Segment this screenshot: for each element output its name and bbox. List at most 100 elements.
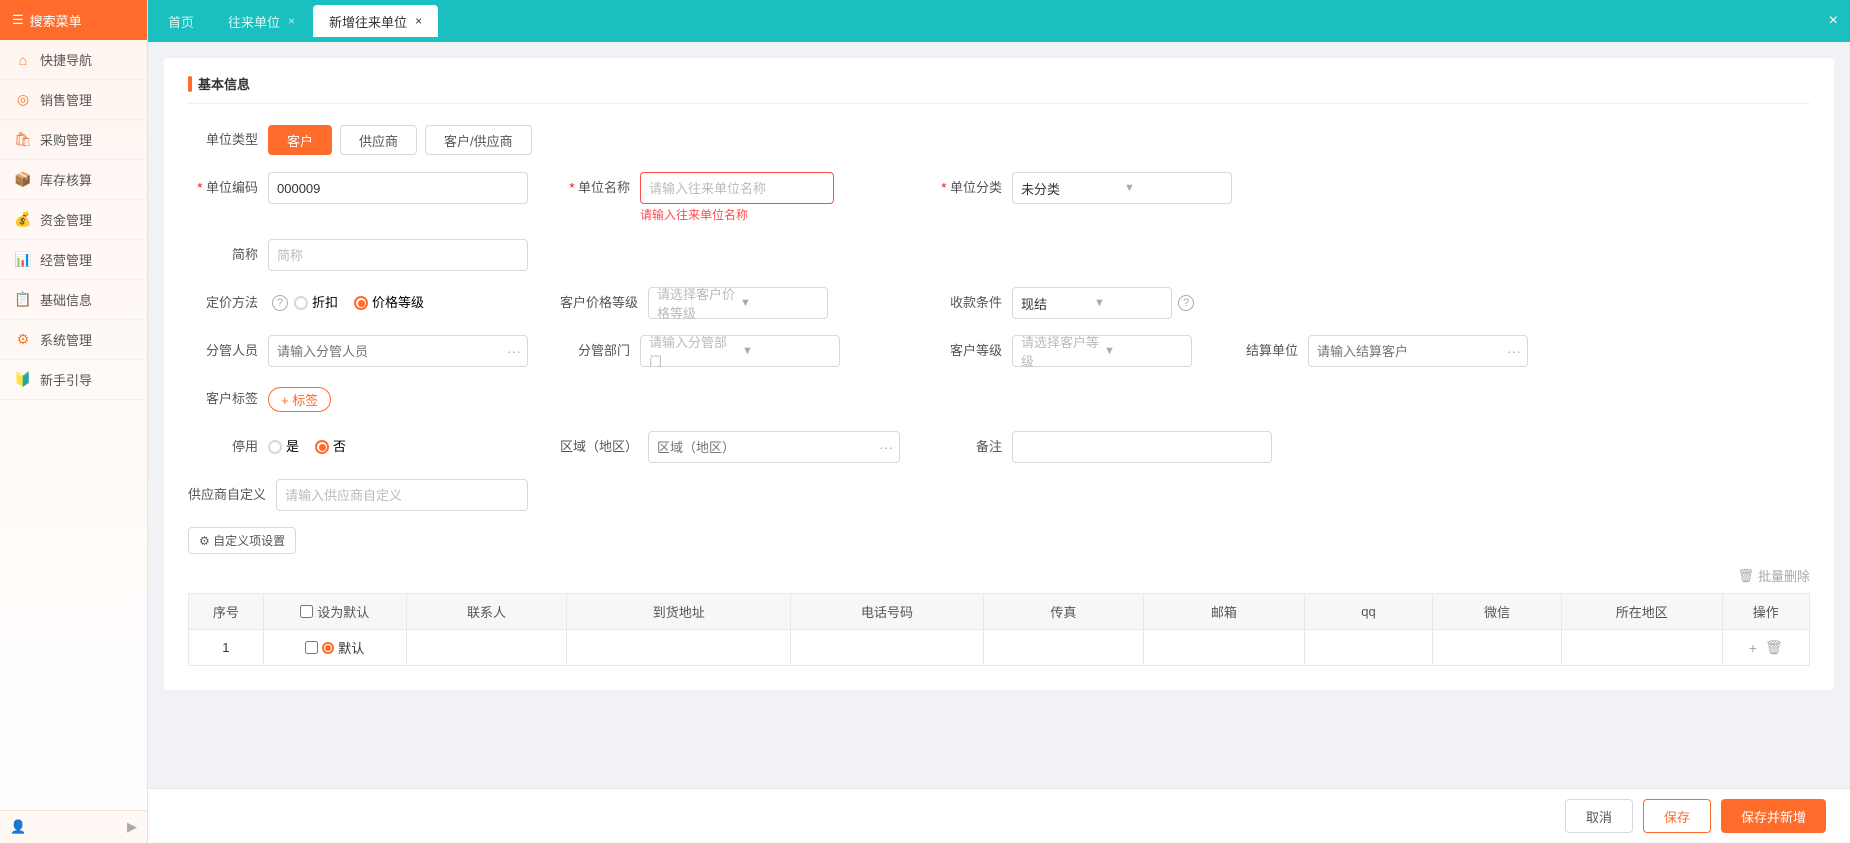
default-label: 默认 [338,638,364,657]
customer-level-select[interactable]: 请选择客户等级 ▼ [1012,335,1192,367]
sidebar-label: 资金管理 [40,210,92,229]
unit-type-row: 单位类型 客户 供应商 客户/供应商 [188,124,1810,156]
tabbar-close-button[interactable]: × [1821,12,1846,30]
radio-circle-discount [294,296,308,310]
unit-type-group: 单位类型 客户 供应商 客户/供应商 [188,124,1810,156]
wechat-input[interactable] [1467,640,1527,655]
address-input[interactable] [619,640,739,655]
row-delete-button[interactable]: 🗑 [1765,639,1783,656]
unit-type-label: 单位类型 [188,124,268,156]
pricing-price-level-label: 价格等级 [372,287,424,319]
pricing-method-label: 定价方法 [188,287,268,319]
pricing-radio-price-level[interactable]: 价格等级 [354,287,424,319]
cell-email [1144,630,1305,666]
supplier-custom-input[interactable] [276,479,528,511]
unit-type-buttons: 客户 供应商 客户/供应商 [268,125,532,155]
unit-code-input[interactable] [268,172,528,204]
customer-level-group: 客户等级 请选择客户等级 ▼ [932,335,1212,367]
basic-info-icon: 📋 [14,291,32,309]
tab-home[interactable]: 首页 [152,5,210,37]
save-button[interactable]: 保存 [1643,799,1711,833]
pricing-method-group: 定价方法 ? 折扣 价格等级 [188,287,528,319]
contact-input[interactable] [447,640,527,655]
radio-dot-default [325,645,331,651]
tab-contacts-close[interactable]: × [288,14,295,28]
sidebar-label: 销售管理 [40,90,92,109]
sidebar-search-label: 搜索菜单 [30,11,82,30]
tab-new-contact-close[interactable]: × [415,14,422,28]
qq-input[interactable] [1338,640,1398,655]
col-ops: 操作 [1722,594,1809,630]
row-default-radio[interactable]: 默认 [322,638,364,657]
expand-icon[interactable]: ▶ [127,819,137,835]
phone-input[interactable] [837,640,937,655]
payment-terms-select[interactable]: 现结 ▼ [1012,287,1172,319]
unit-category-value: 未分类 [1021,179,1120,198]
remark-input[interactable] [1012,431,1272,463]
customer-level-placeholder: 请选择客户等级 [1021,332,1100,370]
supplier-custom-row: 供应商自定义 [188,479,1810,511]
batch-delete-button[interactable]: 🗑 批量删除 [1737,566,1810,585]
payment-terms-group: 收款条件 现结 ▼ ? [932,287,1252,319]
sidebar-item-operations[interactable]: 📊 经营管理 [0,240,147,280]
sidebar-item-sales[interactable]: ◎ 销售管理 [0,80,147,120]
abbreviation-row: 简称 [188,239,1810,271]
sidebar-item-purchase[interactable]: 🛍 采购管理 [0,120,147,160]
abbreviation-input[interactable] [268,239,528,271]
customer-price-level-select[interactable]: 请选择客户价格等级 ▼ [648,287,828,319]
table-row: 1 默认 [189,630,1810,666]
select-all-checkbox[interactable] [300,605,313,618]
email-input[interactable] [1184,640,1264,655]
col-address: 到货地址 [567,594,791,630]
unit-btn-supplier[interactable]: 供应商 [340,125,417,155]
manager-input[interactable] [269,344,501,359]
system-icon: ⚙ [14,331,32,349]
unit-btn-both[interactable]: 客户/供应商 [425,125,532,155]
form-card: 基本信息 单位类型 客户 供应商 客户/供应商 单位编码 [164,58,1834,690]
save-and-new-button[interactable]: 保存并新增 [1721,799,1826,833]
sidebar-item-system[interactable]: ⚙ 系统管理 [0,320,147,360]
chevron-down-icon: ▼ [1094,297,1163,309]
manager-more-button[interactable]: ··· [501,343,527,359]
cell-wechat [1433,630,1562,666]
pricing-help-icon[interactable]: ? [272,295,288,311]
payment-terms-help-icon[interactable]: ? [1178,295,1194,311]
tab-new-contact-label: 新增往来单位 [329,12,407,31]
sidebar-item-basic-info[interactable]: 📋 基础信息 [0,280,147,320]
fax-input[interactable] [1023,640,1103,655]
disabled-radio-no[interactable]: 否 [315,431,346,463]
section-title-text: 基本信息 [198,74,250,93]
region-input-container: ··· [648,431,900,463]
pricing-radio-discount[interactable]: 折扣 [294,287,338,319]
unit-name-input[interactable] [640,172,834,204]
sidebar-item-inventory[interactable]: 📦 库存核算 [0,160,147,200]
customer-level-label: 客户等级 [932,335,1012,367]
unit-category-select[interactable]: 未分类 ▼ [1012,172,1232,204]
unit-btn-customer[interactable]: 客户 [268,125,332,155]
sidebar-search[interactable]: ☰ 搜索菜单 [0,0,147,40]
col-wechat: 微信 [1433,594,1562,630]
row-add-button[interactable]: + [1749,640,1757,656]
tab-new-contact[interactable]: 新增往来单位 × [313,5,438,37]
settlement-unit-input[interactable] [1309,344,1501,359]
department-select[interactable]: 请输入分管部门 ▼ [640,335,840,367]
region-input[interactable] [1602,640,1682,655]
sidebar-item-finance[interactable]: 💰 资金管理 [0,200,147,240]
sidebar-label: 经营管理 [40,250,92,269]
col-seq: 序号 [189,594,264,630]
delete-icon: 🗑 [1737,568,1754,584]
content-area: 基本信息 单位类型 客户 供应商 客户/供应商 单位编码 [148,42,1850,788]
search-icon: ☰ [12,12,24,28]
sidebar-item-guide[interactable]: 🔰 新手引导 [0,360,147,400]
disabled-radio-yes[interactable]: 是 [268,431,299,463]
sidebar-item-quick-nav[interactable]: ⌂ 快捷导航 [0,40,147,80]
add-tag-button[interactable]: + 标签 [268,387,331,412]
row-checkbox[interactable] [305,641,318,654]
custom-settings-button[interactable]: ⚙ 自定义项设置 [188,527,296,554]
settlement-unit-more-button[interactable]: ··· [1501,343,1527,359]
tab-contacts[interactable]: 往来单位 × [212,5,311,37]
region-input[interactable] [649,440,873,455]
sidebar-label: 新手引导 [40,370,92,389]
region-more-button[interactable]: ··· [873,439,899,455]
cancel-button[interactable]: 取消 [1565,799,1633,833]
